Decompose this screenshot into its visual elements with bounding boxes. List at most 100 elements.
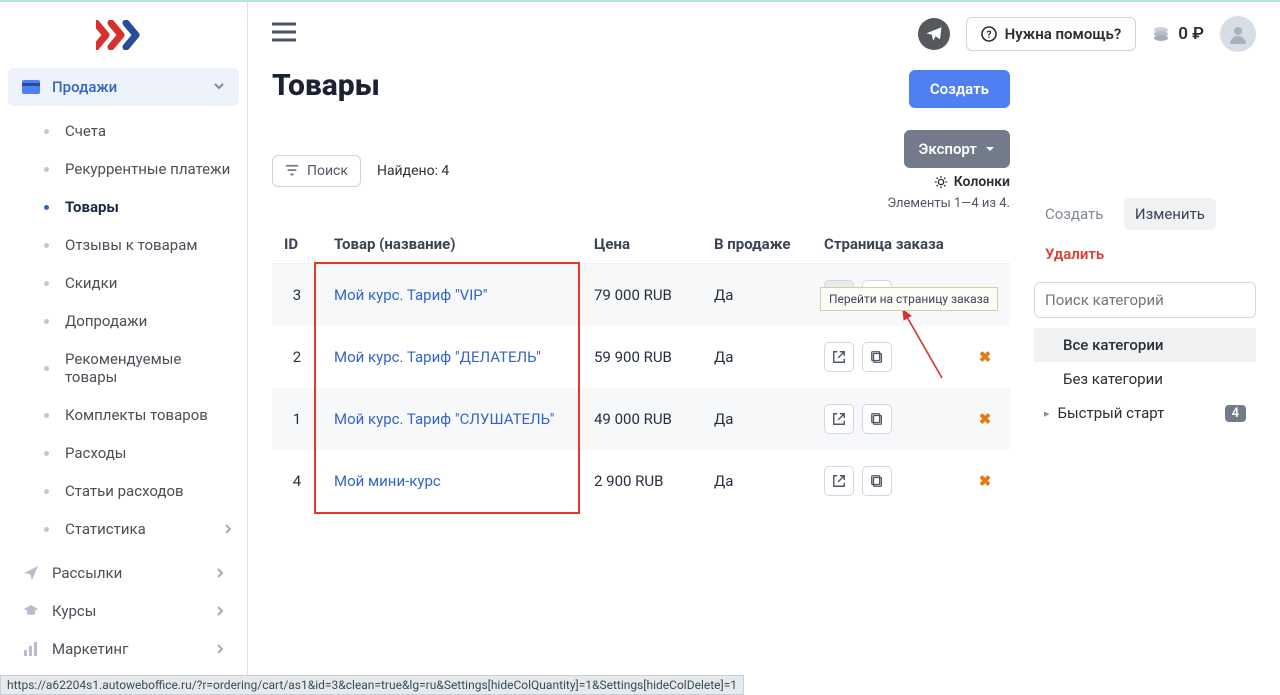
table-row[interactable]: 1 Мой курс. Тариф "СЛУШАТЕЛЬ" 49 000 RUBДа… <box>272 388 1010 450</box>
th-sale[interactable]: В продаже <box>702 225 812 264</box>
coins-icon <box>1152 24 1172 44</box>
cell-name: Мой курс. Тариф "VIP" <box>322 264 582 327</box>
telegram-button[interactable] <box>918 18 950 50</box>
cell-name: Мой курс. Тариф "СЛУШАТЕЛЬ" <box>322 388 582 450</box>
caret-right-icon: ▸ <box>1044 407 1050 420</box>
cell-sale: Да <box>702 388 812 450</box>
cell-id: 2 <box>272 326 322 388</box>
menu-toggle-icon[interactable] <box>272 19 296 49</box>
sidebar: Продажи Счета Рекуррентные платежи Товар… <box>0 2 248 695</box>
cell-price: 79 000 RUB <box>582 264 702 327</box>
category-search-input[interactable] <box>1034 282 1256 318</box>
graduation-icon <box>22 602 40 620</box>
th-order-page[interactable]: Страница заказа <box>812 225 960 264</box>
cell-name: Мой мини-курс <box>322 450 582 512</box>
sub-expenses[interactable]: Расходы <box>38 434 239 472</box>
nav-sales-label: Продажи <box>52 78 117 96</box>
send-icon <box>22 564 40 582</box>
create-button[interactable]: Создать <box>909 70 1010 108</box>
avatar[interactable] <box>1220 16 1256 52</box>
export-button[interactable]: Экспорт <box>904 130 1010 168</box>
category-item[interactable]: Все категории <box>1034 328 1256 362</box>
topbar: ? Нужна помощь? 0 ₽ <box>248 2 1280 66</box>
chevron-right-icon <box>215 640 225 658</box>
chevron-down-icon <box>213 78 225 96</box>
cell-id: 3 <box>272 264 322 327</box>
cell-price: 2 900 RUB <box>582 450 702 512</box>
chip-edit[interactable]: Изменить <box>1124 198 1216 230</box>
product-link[interactable]: Мой курс. Тариф "ДЕЛАТЕЛЬ" <box>334 348 541 366</box>
sub-products[interactable]: Товары <box>38 188 239 226</box>
th-id[interactable]: ID <box>272 225 322 264</box>
cell-sale: Да <box>702 326 812 388</box>
range-text: Элементы 1—4 из 4. <box>887 196 1010 211</box>
filter-icon <box>285 164 299 178</box>
nav-marketing[interactable]: Маркетинг <box>8 630 239 668</box>
help-button[interactable]: ? Нужна помощь? <box>966 17 1137 51</box>
balance[interactable]: 0 ₽ <box>1152 24 1204 44</box>
sub-recurring[interactable]: Рекуррентные платежи <box>38 150 239 188</box>
sub-recommended[interactable]: Рекомендуемые товары <box>38 340 239 396</box>
columns-link[interactable]: Колонки <box>934 174 1010 190</box>
chip-create[interactable]: Создать <box>1034 198 1114 230</box>
table-row[interactable]: 2Мой курс. Тариф "ДЕЛАТЕЛЬ"59 900 RUBДа✖ <box>272 326 1010 388</box>
logo <box>0 12 247 68</box>
th-name[interactable]: Товар (название) <box>322 225 582 264</box>
category-item[interactable]: ▸Быстрый старт4 <box>1034 396 1256 430</box>
cell-delete: ✖ <box>960 450 1010 512</box>
product-link[interactable]: Мой курс. Тариф "VIP" <box>334 286 488 304</box>
copy-button[interactable] <box>862 404 892 434</box>
cell-actions <box>812 326 960 388</box>
card-icon <box>22 78 40 96</box>
cell-name: Мой курс. Тариф "ДЕЛАТЕЛЬ" <box>322 326 582 388</box>
gear-icon <box>934 175 948 189</box>
nav-sales[interactable]: Продажи <box>8 68 239 106</box>
sub-discounts[interactable]: Скидки <box>38 264 239 302</box>
open-order-page-button[interactable] <box>824 466 854 496</box>
nav-courses[interactable]: Курсы <box>8 592 239 630</box>
product-link[interactable]: Мой мини-курс <box>334 472 441 490</box>
cell-delete: ✖ <box>960 326 1010 388</box>
delete-row-button[interactable]: ✖ <box>979 410 992 428</box>
page-title: Товары <box>272 68 380 103</box>
nav-mailings[interactable]: Рассылки <box>8 554 239 592</box>
caret-down-icon <box>985 144 995 154</box>
cell-delete: ✖ <box>960 388 1010 450</box>
category-count-badge: 4 <box>1225 405 1246 422</box>
question-icon: ? <box>981 26 997 42</box>
copy-button[interactable] <box>862 342 892 372</box>
cell-actions <box>812 450 960 512</box>
category-item[interactable]: Без категории <box>1034 362 1256 396</box>
products-table: ID Товар (название) Цена В продаже Стран… <box>272 225 1010 512</box>
delete-row-button[interactable]: ✖ <box>979 472 992 490</box>
chevron-right-icon <box>223 520 233 538</box>
product-link[interactable]: Мой курс. Тариф "СЛУШАТЕЛЬ" <box>334 410 554 428</box>
cell-price: 49 000 RUB <box>582 388 702 450</box>
sub-bundles[interactable]: Комплекты товаров <box>38 396 239 434</box>
sub-invoices[interactable]: Счета <box>38 112 239 150</box>
chevron-right-icon <box>215 602 225 620</box>
open-order-page-button[interactable] <box>824 342 854 372</box>
delete-row-button[interactable]: ✖ <box>979 348 992 366</box>
sub-expense-items[interactable]: Статьи расходов <box>38 472 239 510</box>
status-bar-url: https://a62204s1.autoweboffice.ru/?r=ord… <box>0 675 744 695</box>
cell-actions <box>812 388 960 450</box>
sub-upsells[interactable]: Допродажи <box>38 302 239 340</box>
th-price[interactable]: Цена <box>582 225 702 264</box>
search-button[interactable]: Поиск <box>272 155 361 187</box>
found-label: Найдено: 4 <box>377 163 449 179</box>
nav-sales-sublist: Счета Рекуррентные платежи Товары Отзывы… <box>8 106 239 554</box>
sub-reviews[interactable]: Отзывы к товарам <box>38 226 239 264</box>
bars-icon <box>22 640 40 658</box>
svg-text:?: ? <box>986 30 991 41</box>
cell-id: 1 <box>272 388 322 450</box>
open-order-page-button[interactable] <box>824 404 854 434</box>
sub-stats[interactable]: Статистика <box>38 510 239 548</box>
copy-button[interactable] <box>862 466 892 496</box>
right-pane: Создать Изменить Удалить Все категорииБе… <box>1034 66 1256 695</box>
chevron-right-icon <box>215 564 225 582</box>
table-row[interactable]: 4Мой мини-курс2 900 RUBДа✖ <box>272 450 1010 512</box>
chip-delete[interactable]: Удалить <box>1034 238 1115 270</box>
cell-sale: Да <box>702 264 812 327</box>
tooltip: Перейти на страницу заказа <box>820 287 998 311</box>
